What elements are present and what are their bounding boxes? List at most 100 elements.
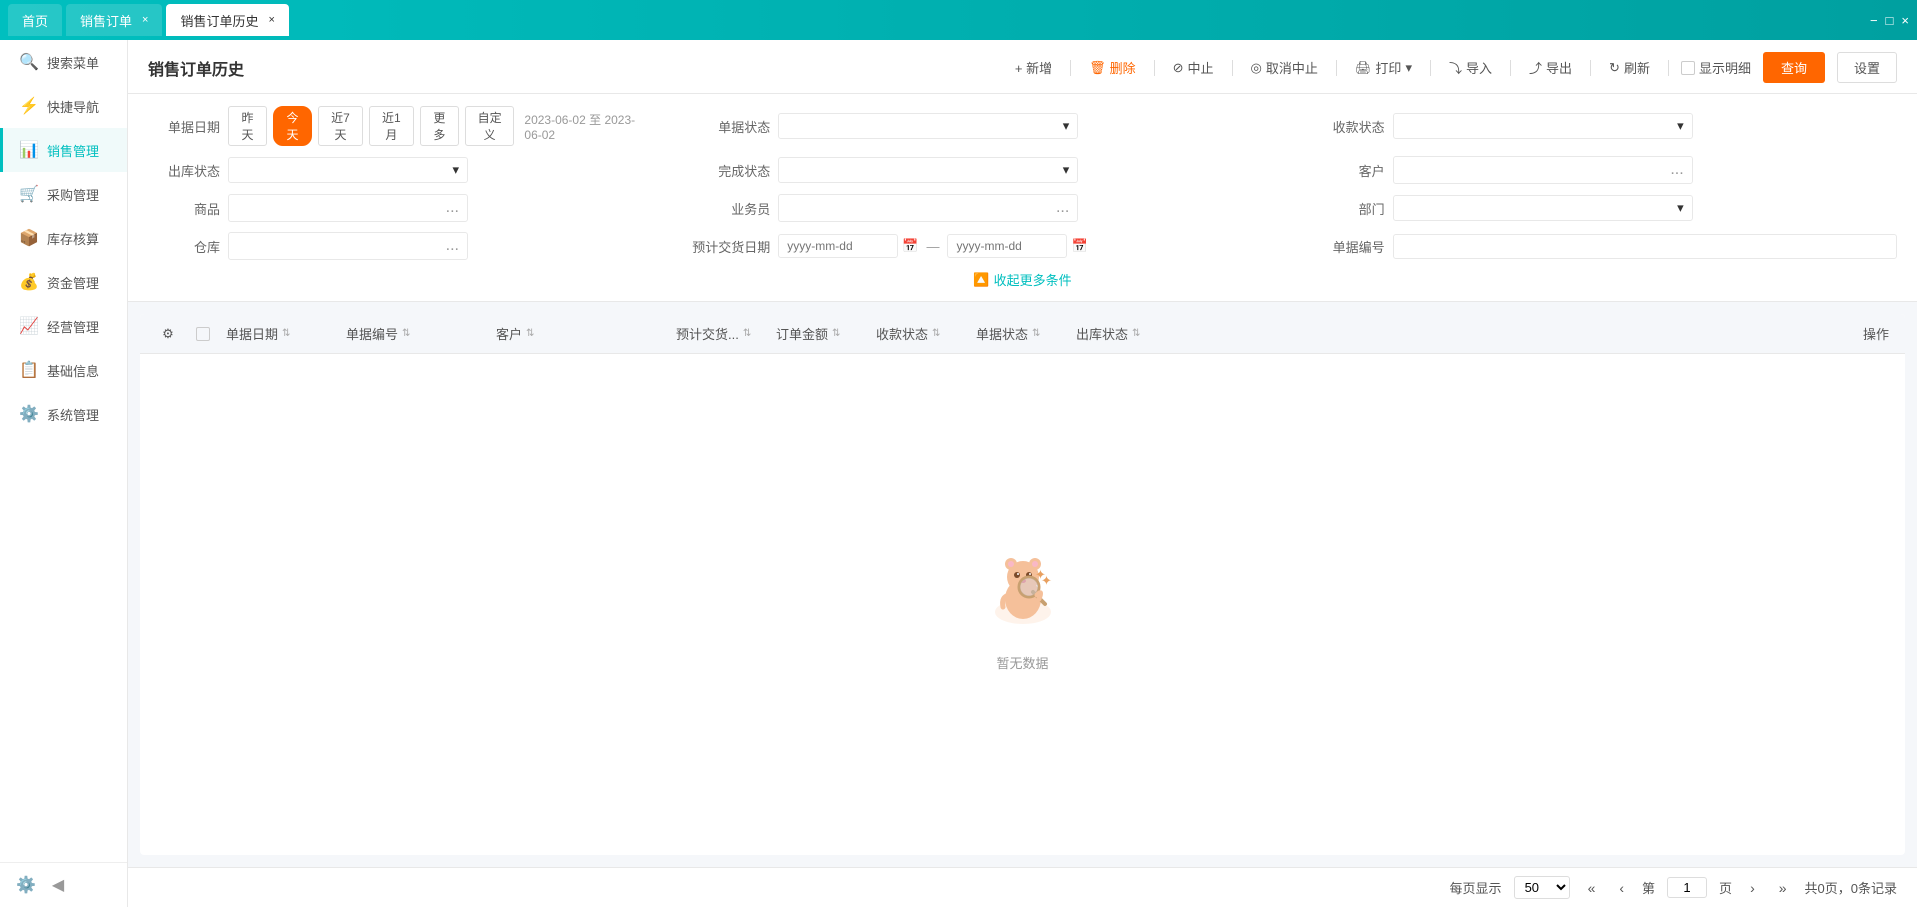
last-page-btn[interactable]: » [1773,878,1793,898]
out-status-select[interactable]: ▾ [228,157,468,183]
dept-chevron: ▾ [1677,200,1684,216]
salesman-select[interactable]: ... [778,194,1078,222]
goods-label: 商品 [148,199,228,218]
th-settings[interactable]: ⚙ [148,326,188,342]
sidebar-item-system[interactable]: ⚙️ 系统管理 [0,392,127,436]
customer-more-icon[interactable]: ... [1670,161,1683,179]
filter-area: 单据日期 昨天 今天 近7天 近1月 更多 自定义 2023-06-02 至 2… [128,94,1917,302]
date-separator: — [926,239,939,254]
export-button[interactable]: ⤴ 导出 [1523,54,1578,81]
window-min-btn[interactable]: − [1870,13,1878,28]
tab-sales-order-close[interactable]: × [142,14,148,26]
page-number-input[interactable] [1667,877,1707,898]
receipt-status-select[interactable]: ▾ [1393,113,1693,139]
sidebar-settings-icon[interactable]: ⚙️ [16,875,36,895]
sidebar-item-quick-nav[interactable]: ⚡ 快捷导航 [0,84,127,128]
complete-status-select[interactable]: ▾ [778,157,1078,183]
delivery-date-from[interactable] [778,234,898,258]
page-title: 销售订单历史 [148,56,244,80]
window-close-btn[interactable]: × [1901,13,1909,28]
date-filter: 昨天 今天 近7天 近1月 更多 自定义 2023-06-02 至 2023-0… [228,106,648,146]
th-out-status[interactable]: 出库状态 ⇅ [1068,324,1168,343]
th-customer[interactable]: 客户 ⇅ [488,324,668,343]
date-btn-yesterday[interactable]: 昨天 [228,106,267,146]
warehouse-more-icon[interactable]: ... [446,237,459,255]
salesman-more-icon[interactable]: ... [1056,199,1069,217]
out-status-label: 出库状态 [148,161,228,180]
tab-home[interactable]: 首页 [8,4,62,36]
sidebar-item-inventory[interactable]: 📦 库存核算 [0,216,127,260]
salesman-filter: ... [778,194,1282,222]
query-button[interactable]: 查询 [1763,52,1825,83]
th-action: 操作 [1168,324,1897,343]
th-delivery[interactable]: 预计交货... ⇅ [668,324,768,343]
date-label: 单据日期 [148,117,228,136]
new-button[interactable]: + 新增 [1009,54,1058,81]
window-max-btn[interactable]: □ [1886,13,1894,28]
next-page-btn[interactable]: › [1744,878,1761,898]
sidebar-item-base-info[interactable]: 📋 基础信息 [0,348,127,392]
order-status-select[interactable]: ▾ [778,113,1078,139]
goods-select[interactable]: ... [228,194,468,222]
delete-button[interactable]: 🗑 删除 [1083,54,1142,81]
date-btn-7days[interactable]: 近7天 [318,106,363,146]
delivery-date-to[interactable] [947,234,1067,258]
date-btn-1month[interactable]: 近1月 [369,106,414,146]
th-number[interactable]: 单据编号 ⇅ [338,324,488,343]
customer-filter: ... [1393,156,1897,184]
warehouse-select[interactable]: ... [228,232,468,260]
import-button[interactable]: ⤵ 导入 [1443,54,1498,81]
refresh-button[interactable]: ↻ 刷新 [1603,54,1656,81]
date-btn-today[interactable]: 今天 [273,106,312,146]
sidebar-item-purchase[interactable]: 🛒 采购管理 [0,172,127,216]
date-btn-more[interactable]: 更多 [420,106,459,146]
tab-sales-order[interactable]: 销售订单 × [66,4,162,36]
sales-icon: 📊 [19,140,39,160]
out-status-filter: ▾ [228,157,648,183]
sidebar-item-search[interactable]: 🔍 搜索菜单 [0,40,127,84]
show-detail-checkbox[interactable] [1681,61,1695,75]
customer-select[interactable]: ... [1393,156,1693,184]
th-doc-status[interactable]: 单据状态 ⇅ [968,324,1068,343]
prev-page-btn[interactable]: ‹ [1613,878,1630,898]
date-btn-custom[interactable]: 自定义 [465,106,515,146]
tab-home-label: 首页 [22,11,48,30]
first-page-btn[interactable]: « [1582,878,1602,898]
print-button[interactable]: 🖨 打印 ▾ [1349,54,1418,81]
th-date[interactable]: 单据日期 ⇅ [218,324,338,343]
sidebar-item-finance[interactable]: 💰 资金管理 [0,260,127,304]
collapse-row[interactable]: 🔼 收起更多条件 [148,270,1897,289]
sidebar-collapse-icon[interactable]: ◀ [52,875,64,895]
cancel-stop-button[interactable]: ◎ 取消中止 [1245,54,1324,81]
sidebar-bottom: ⚙️ ◀ [0,862,127,907]
page-size-select[interactable]: 50 10 20 100 [1514,876,1570,899]
filter-row-4: 仓库 ... 预计交货日期 📅 — 📅 单据编号 [148,232,1897,260]
filter-row-1: 单据日期 昨天 今天 近7天 近1月 更多 自定义 2023-06-02 至 2… [148,106,1897,146]
goods-more-icon[interactable]: ... [446,199,459,217]
sidebar-item-operations[interactable]: 📈 经营管理 [0,304,127,348]
th-receipt-status[interactable]: 收款状态 ⇅ [868,324,968,343]
sidebar-item-operations-label: 经营管理 [47,317,99,336]
dept-select[interactable]: ▾ [1393,195,1693,221]
tab-sales-order-history-close[interactable]: × [268,14,274,26]
toolbar-divider-5 [1430,60,1431,76]
th-customer-sort-icon: ⇅ [526,328,534,339]
th-out-status-sort-icon: ⇅ [1132,328,1140,339]
delivery-calendar-from-icon[interactable]: 📅 [902,238,918,254]
th-checkbox[interactable] [188,327,218,341]
settings-button[interactable]: 设置 [1837,52,1897,83]
header-checkbox[interactable] [196,327,210,341]
toolbar-divider-2 [1154,60,1155,76]
tab-sales-order-history[interactable]: 销售订单历史 × [166,4,288,36]
stop-button[interactable]: ⊘ 中止 [1167,54,1220,81]
table-area: ⚙ 单据日期 ⇅ 单据编号 ⇅ 客户 ⇅ 预计交货... [140,314,1905,855]
th-amount[interactable]: 订单金额 ⇅ [768,324,868,343]
sidebar-item-sales[interactable]: 📊 销售管理 [0,128,127,172]
sidebar-item-quick-nav-label: 快捷导航 [47,97,99,116]
th-doc-status-label: 单据状态 [976,324,1028,343]
delivery-calendar-to-icon[interactable]: 📅 [1071,238,1087,254]
order-num-input[interactable] [1393,234,1897,259]
toolbar-divider-7 [1590,60,1591,76]
toolbar-divider-6 [1510,60,1511,76]
show-detail-toggle[interactable]: 显示明细 [1681,58,1751,77]
